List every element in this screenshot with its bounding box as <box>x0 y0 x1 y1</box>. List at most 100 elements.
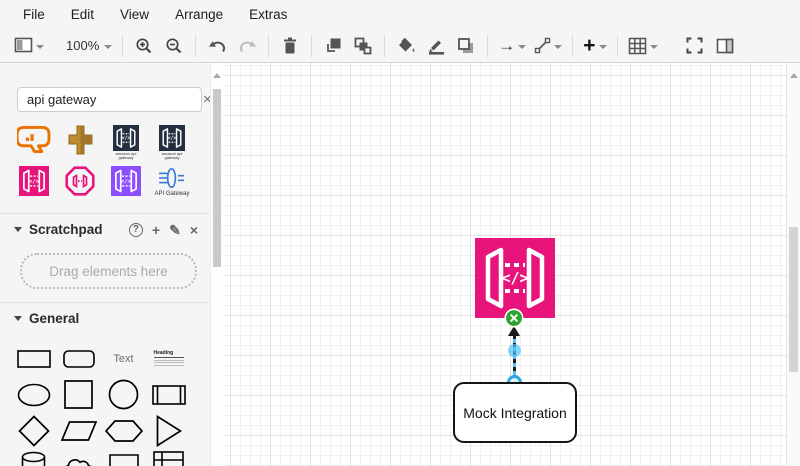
zoom-level-dropdown[interactable]: 100% <box>52 33 113 59</box>
canvas-scrollbar[interactable] <box>786 63 800 466</box>
add-icon[interactable]: + <box>152 223 160 237</box>
clear-search-icon[interactable]: × <box>203 92 210 107</box>
menu-file[interactable]: File <box>10 7 58 22</box>
shape-heading[interactable]: Heading <box>146 341 191 376</box>
cloud-icon <box>65 458 92 466</box>
chevron-down-icon <box>36 44 44 49</box>
zoom-in-button[interactable] <box>133 33 155 59</box>
table-button[interactable] <box>628 33 658 59</box>
rectangle-icon <box>16 349 51 368</box>
toolbar-separator <box>122 34 124 57</box>
waypoints-icon <box>535 37 551 54</box>
close-icon[interactable]: × <box>190 223 198 237</box>
api-gateway-pink-icon <box>19 166 49 196</box>
edit-pencil-icon[interactable]: ✎ <box>169 223 181 237</box>
sidebar-scrollbar-thumb[interactable] <box>213 89 221 267</box>
parallelogram-icon <box>60 420 97 441</box>
zoom-out-icon <box>166 37 182 53</box>
node-mock-integration[interactable]: Mock Integration <box>453 382 577 443</box>
general-section-header[interactable]: General <box>0 303 210 333</box>
view-panels-button[interactable] <box>14 33 44 59</box>
shape-parallelogram[interactable] <box>56 413 101 448</box>
shape-result-api-gateway-octagon[interactable] <box>59 166 101 203</box>
trash-icon <box>284 37 297 53</box>
shape-text[interactable]: Text <box>101 341 146 376</box>
shape-search-input[interactable] <box>27 92 203 107</box>
diagram-canvas[interactable]: Mock Integration <box>223 63 786 466</box>
sidebar-scrollbar[interactable] <box>210 63 223 466</box>
fullscreen-button[interactable] <box>684 33 706 59</box>
line-color-button[interactable] <box>425 33 447 59</box>
shape-ellipse[interactable] <box>11 377 56 412</box>
format-panel-toggle[interactable] <box>714 33 736 59</box>
to-front-button[interactable] <box>322 33 344 59</box>
shape-result-api-gateway-blue[interactable]: API Gateway <box>151 166 193 203</box>
menu-edit[interactable]: Edit <box>58 7 107 22</box>
scroll-up-arrow-icon[interactable] <box>213 73 221 78</box>
undo-button[interactable] <box>206 33 228 59</box>
shape-cylinder[interactable] <box>11 449 56 466</box>
scratchpad-dropzone[interactable]: Drag elements here <box>20 253 197 289</box>
shape-diamond[interactable] <box>11 413 56 448</box>
api-gateway-legacy-gold-icon <box>68 125 92 155</box>
redo-button[interactable] <box>236 33 258 59</box>
shape-result-api-gateway-purple[interactable] <box>105 166 147 203</box>
shape-result-api-gateway-orange[interactable] <box>13 125 55 162</box>
collapse-triangle-icon <box>14 227 22 232</box>
scratchpad-tools: ? + ✎ × <box>128 222 198 237</box>
help-icon[interactable]: ? <box>128 222 143 237</box>
toolbar: 100% → + <box>0 29 800 63</box>
text-shape-label: Text <box>113 352 134 365</box>
connection-point-icon[interactable] <box>504 308 524 328</box>
fill-color-button[interactable] <box>395 33 417 59</box>
shape-cloud[interactable] <box>56 449 101 466</box>
shape-square[interactable] <box>56 377 101 412</box>
document-icon <box>108 454 139 466</box>
waypoints-button[interactable] <box>534 33 563 59</box>
menubar: File Edit View Arrange Extras <box>0 0 800 29</box>
edge-midpoint-handle[interactable] <box>508 344 521 357</box>
shadow-button[interactable] <box>455 33 477 59</box>
shape-result-api-gateway-dark-2[interactable]: amazon api gateway <box>151 125 193 162</box>
toolbar-separator <box>616 34 618 57</box>
shapes-sidebar: × <box>0 63 210 466</box>
search-results: amazon api gateway amazon api gateway AP… <box>0 116 210 213</box>
amazon-api-gateway-orange-icon <box>16 125 50 154</box>
scroll-up-arrow-icon[interactable] <box>789 73 798 78</box>
delete-button[interactable] <box>279 33 301 59</box>
shape-document[interactable] <box>101 449 146 466</box>
general-shapes: Text Heading <box>0 333 210 466</box>
shape-result-api-gateway-pink[interactable] <box>13 166 55 203</box>
insert-button[interactable]: + <box>583 33 607 59</box>
main-area: × <box>0 63 800 466</box>
cylinder-icon <box>21 451 46 466</box>
shape-result-label: API Gateway <box>154 191 190 197</box>
connection-style-button[interactable]: → <box>498 33 527 59</box>
shape-result-api-gateway-gold[interactable] <box>59 125 101 162</box>
menu-view[interactable]: View <box>107 7 162 22</box>
format-panel-icon <box>716 38 733 53</box>
menu-arrange[interactable]: Arrange <box>162 7 236 22</box>
shape-rounded-rectangle[interactable] <box>56 341 101 376</box>
toolbar-separator <box>311 34 313 57</box>
shape-rectangle[interactable] <box>11 341 56 376</box>
zoom-out-button[interactable] <box>163 33 185 59</box>
shape-triangle[interactable] <box>146 413 191 448</box>
diamond-icon <box>17 414 50 447</box>
chevron-down-icon <box>649 44 658 49</box>
shape-internal-storage[interactable] <box>146 449 191 466</box>
shape-hexagon[interactable] <box>101 413 146 448</box>
to-back-button[interactable] <box>352 33 374 59</box>
square-icon <box>64 380 93 409</box>
fill-color-icon <box>398 37 415 52</box>
shape-result-api-gateway-dark-1[interactable]: amazon api gateway <box>105 125 147 162</box>
shape-process[interactable] <box>146 377 191 412</box>
chevron-down-icon <box>554 44 563 49</box>
shape-circle[interactable] <box>101 377 146 412</box>
chevron-down-icon <box>518 44 527 49</box>
rounded-rectangle-icon <box>62 349 95 368</box>
menu-extras[interactable]: Extras <box>236 7 300 22</box>
canvas-scrollbar-thumb[interactable] <box>789 227 798 372</box>
node-api-gateway[interactable] <box>475 238 555 318</box>
scratchpad-header[interactable]: Scratchpad ? + ✎ × <box>0 214 210 244</box>
